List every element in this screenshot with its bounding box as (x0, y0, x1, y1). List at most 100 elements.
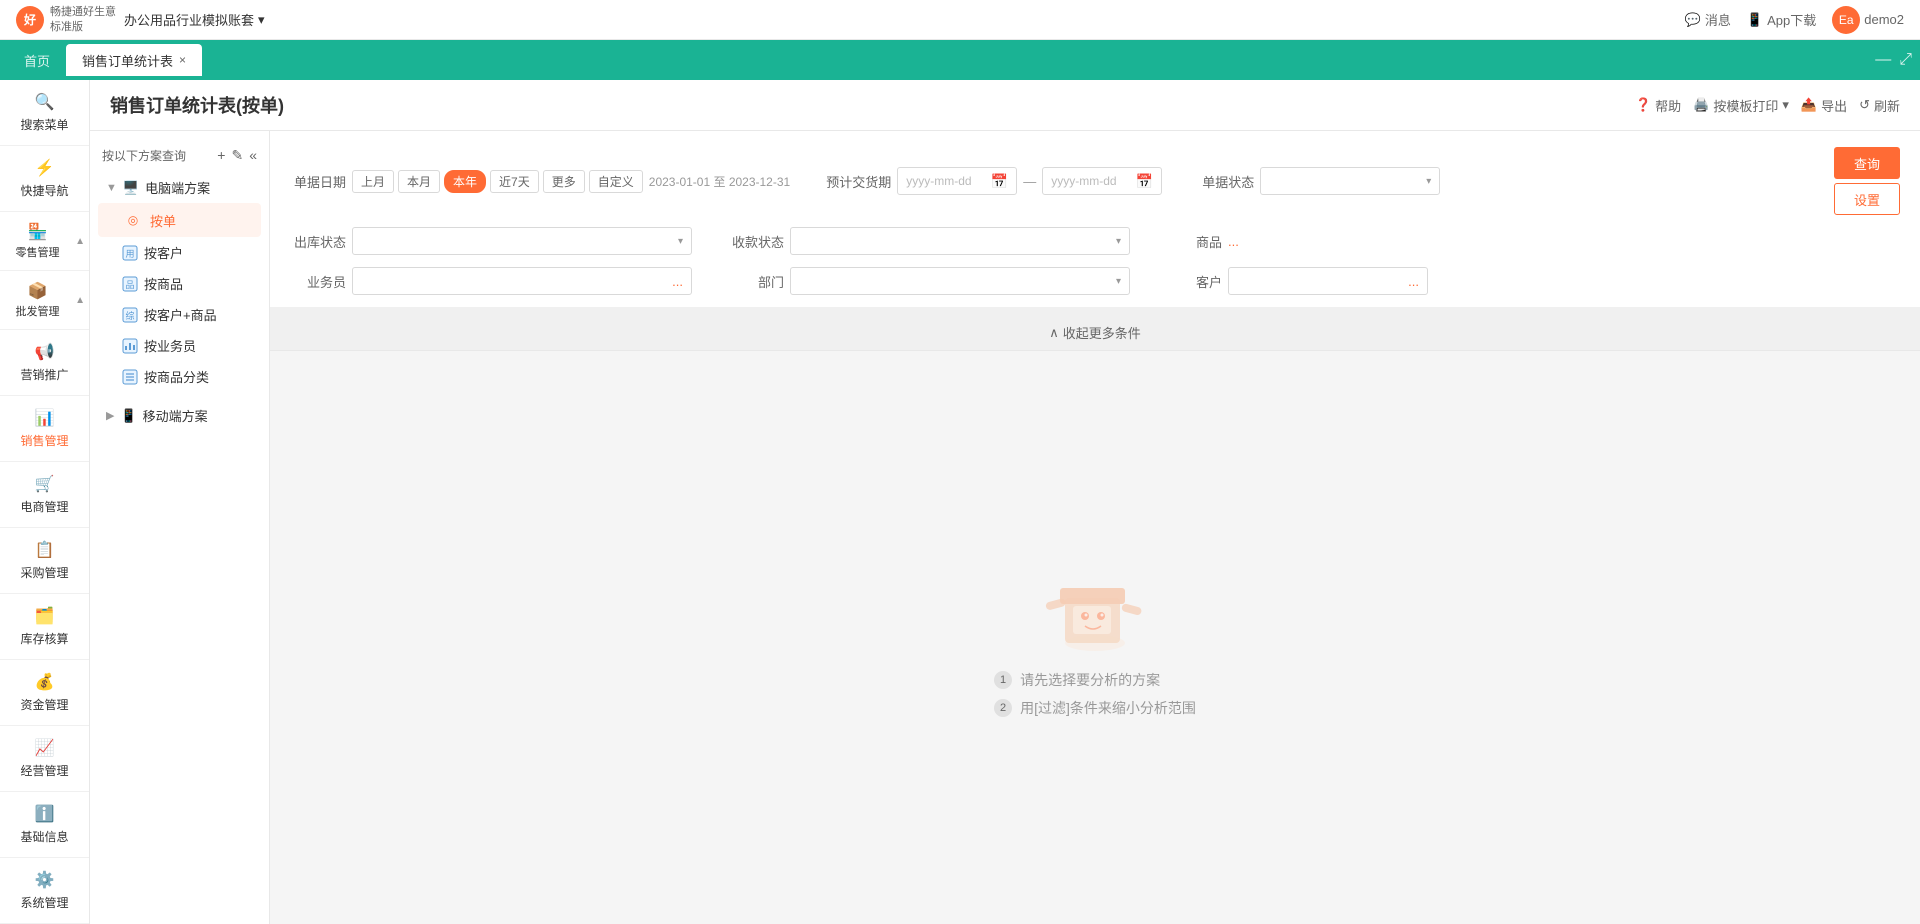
order-status-dropdown-arrow: ▾ (1426, 176, 1431, 187)
finance-icon: 💰 (35, 672, 55, 692)
edit-scheme-button[interactable]: ✎ (231, 147, 243, 164)
page-header: 销售订单统计表(按单) ❓ 帮助 🖨️ 按模板打印 ▾ 📤 导出 ↺ 刷新 (90, 80, 1920, 131)
tab-minimize-button[interactable]: — (1875, 51, 1891, 69)
message-button[interactable]: 💬 消息 (1685, 10, 1731, 29)
mobile-schemes-arrow: ▶ (106, 409, 114, 422)
scheme-item-by-product[interactable]: 品 按商品 (98, 268, 261, 299)
add-scheme-button[interactable]: + (217, 147, 225, 164)
date-last-month-btn[interactable]: 上月 (352, 170, 394, 193)
print-button[interactable]: 🖨️ 按模板打印 ▾ (1693, 96, 1789, 115)
logo-text: 畅捷通好生意 标准版 (50, 5, 116, 34)
department-label: 部门 (728, 272, 784, 291)
purchase-icon: 📋 (35, 540, 55, 560)
scheme-item-by-customer-product[interactable]: 综 按客户+商品 (98, 299, 261, 330)
svg-text:用: 用 (125, 249, 134, 259)
salesperson-ellipsis-button[interactable]: ... (672, 274, 683, 289)
by-product-icon: 品 (122, 276, 138, 292)
tab-sales-order-stats[interactable]: 销售订单统计表 × (66, 44, 202, 76)
expected-date-start-input[interactable]: yyyy-mm-dd 📅 (897, 167, 1017, 195)
goods-group: 商品 ... (1166, 232, 1239, 251)
tab-bar: 首页 销售订单统计表 × — ⤢ (0, 40, 1920, 80)
tip-1-number: 1 (994, 671, 1012, 689)
scheme-item-by-category[interactable]: 按商品分类 (98, 361, 261, 392)
operation-icon: 📈 (35, 738, 55, 758)
date-range-display: 2023-01-01 至 2023-12-31 (649, 173, 790, 190)
collection-status-label: 收款状态 (728, 232, 784, 251)
scheme-item-by-order[interactable]: ◎ 按单 (98, 203, 261, 237)
date-last-7-btn[interactable]: 近7天 (490, 170, 539, 193)
scheme-item-by-customer[interactable]: 用 按客户 (98, 237, 261, 268)
user-menu[interactable]: Ea demo2 (1832, 6, 1904, 34)
customer-input-area[interactable]: ... (1228, 267, 1428, 295)
sidebar-item-wholesale[interactable]: 📦 批发管理 ▲ (0, 271, 89, 330)
shipment-dropdown-arrow: ▾ (678, 236, 683, 247)
collapse-bar: ∧ 收起更多条件 (270, 307, 1920, 350)
query-button[interactable]: 查询 (1834, 147, 1900, 179)
sidebar-item-sales[interactable]: 📊 销售管理 (0, 396, 89, 462)
collapse-panel-button[interactable]: « (249, 147, 257, 164)
marketing-icon: 📢 (35, 342, 55, 362)
wholesale-expand-icon: ▲ (75, 295, 85, 306)
tip-2-number: 2 (994, 699, 1012, 717)
date-more-btn[interactable]: 更多 (543, 170, 585, 193)
search-menu-icon: 🔍 (35, 92, 55, 112)
mobile-schemes-group: ▶ 📱 移动端方案 (90, 400, 269, 431)
scheme-item-by-salesperson[interactable]: 按业务员 (98, 330, 261, 361)
collapse-icon: ∧ (1049, 325, 1059, 341)
customer-ellipsis-button[interactable]: ... (1408, 274, 1419, 289)
help-icon: ❓ (1635, 97, 1651, 113)
goods-label: 商品 (1166, 232, 1222, 251)
sales-icon: 📊 (35, 408, 55, 428)
sidebar-item-retail[interactable]: 🏪 零售管理 ▲ (0, 212, 89, 271)
refresh-button[interactable]: ↺ 刷新 (1859, 96, 1900, 115)
settings-button[interactable]: 设置 (1834, 183, 1900, 215)
expected-date-end-input[interactable]: yyyy-mm-dd 📅 (1042, 167, 1162, 195)
sidebar-item-ecommerce[interactable]: 🛒 电商管理 (0, 462, 89, 528)
sidebar-item-operation[interactable]: 📈 经营管理 (0, 726, 89, 792)
expected-date-label: 预计交货期 (826, 172, 891, 191)
date-custom-btn[interactable]: 自定义 (589, 170, 643, 193)
collapse-button[interactable]: ∧ 收起更多条件 (1041, 315, 1149, 350)
by-category-icon (122, 369, 138, 385)
goods-ellipsis-button[interactable]: ... (1228, 234, 1239, 249)
date-this-month-btn[interactable]: 本月 (398, 170, 440, 193)
sidebar-item-marketing[interactable]: 📢 营销推广 (0, 330, 89, 396)
panel-action-buttons: + ✎ « (217, 147, 257, 164)
mobile-schemes-category[interactable]: ▶ 📱 移动端方案 (98, 400, 261, 431)
by-order-icon: ◎ (122, 209, 144, 231)
collection-status-dropdown[interactable]: ▾ (790, 227, 1130, 255)
sidebar-item-quick-nav[interactable]: ⚡ 快捷导航 (0, 146, 89, 212)
retail-expand-icon: ▲ (75, 236, 85, 247)
pc-schemes-category[interactable]: ▼ 🖥️ 电脑端方案 (98, 172, 261, 203)
sidebar-item-system[interactable]: ⚙️ 系统管理 (0, 858, 89, 924)
department-dropdown[interactable]: ▾ (790, 267, 1130, 295)
header-actions: ❓ 帮助 🖨️ 按模板打印 ▾ 📤 导出 ↺ 刷新 (1635, 96, 1900, 115)
mobile-scheme-icon: 📱 (120, 408, 136, 424)
sidebar-item-purchase[interactable]: 📋 采购管理 (0, 528, 89, 594)
department-group: 部门 ▾ (728, 267, 1130, 295)
tab-close-icon[interactable]: × (179, 53, 186, 67)
sidebar-item-inventory[interactable]: 🗂️ 库存核算 (0, 594, 89, 660)
order-status-dropdown[interactable]: ▾ (1260, 167, 1440, 195)
date-this-year-btn[interactable]: 本年 (444, 170, 486, 193)
tab-home[interactable]: 首页 (8, 44, 66, 76)
top-bar-left: 好 畅捷通好生意 标准版 办公用品行业模拟账套 ▾ (16, 5, 265, 34)
shipment-status-dropdown[interactable]: ▾ (352, 227, 692, 255)
svg-text:综: 综 (125, 310, 134, 321)
help-button[interactable]: ❓ 帮助 (1635, 96, 1681, 115)
sidebar-item-basic[interactable]: ℹ️ 基础信息 (0, 792, 89, 858)
sidebar-item-finance[interactable]: 💰 资金管理 (0, 660, 89, 726)
page-title: 销售订单统计表(按单) (110, 92, 284, 118)
pc-scheme-icon: 🖥️ (123, 180, 139, 196)
app-download-button[interactable]: 📱 App下载 (1747, 10, 1816, 29)
export-button[interactable]: 📤 导出 (1801, 96, 1847, 115)
export-icon: 📤 (1801, 97, 1817, 113)
tab-maximize-button[interactable]: ⤢ (1899, 51, 1912, 69)
shipment-status-label: 出库状态 (290, 232, 346, 251)
sidebar-item-search-menu[interactable]: 🔍 搜索菜单 (0, 80, 89, 146)
filter-row-2: 出库状态 ▾ 收款状态 ▾ (290, 227, 1900, 255)
app-selector[interactable]: 办公用品行业模拟账套 ▾ (124, 10, 265, 29)
sidebar: 🔍 搜索菜单 ⚡ 快捷导航 🏪 零售管理 ▲ 📦 批发管理 ▲ 📢 营销推广 (0, 80, 90, 924)
empty-state: 1 请先选择要分析的方案 2 用[过滤]条件来缩小分析范围 (270, 351, 1920, 924)
salesperson-input-area[interactable]: ... (352, 267, 692, 295)
